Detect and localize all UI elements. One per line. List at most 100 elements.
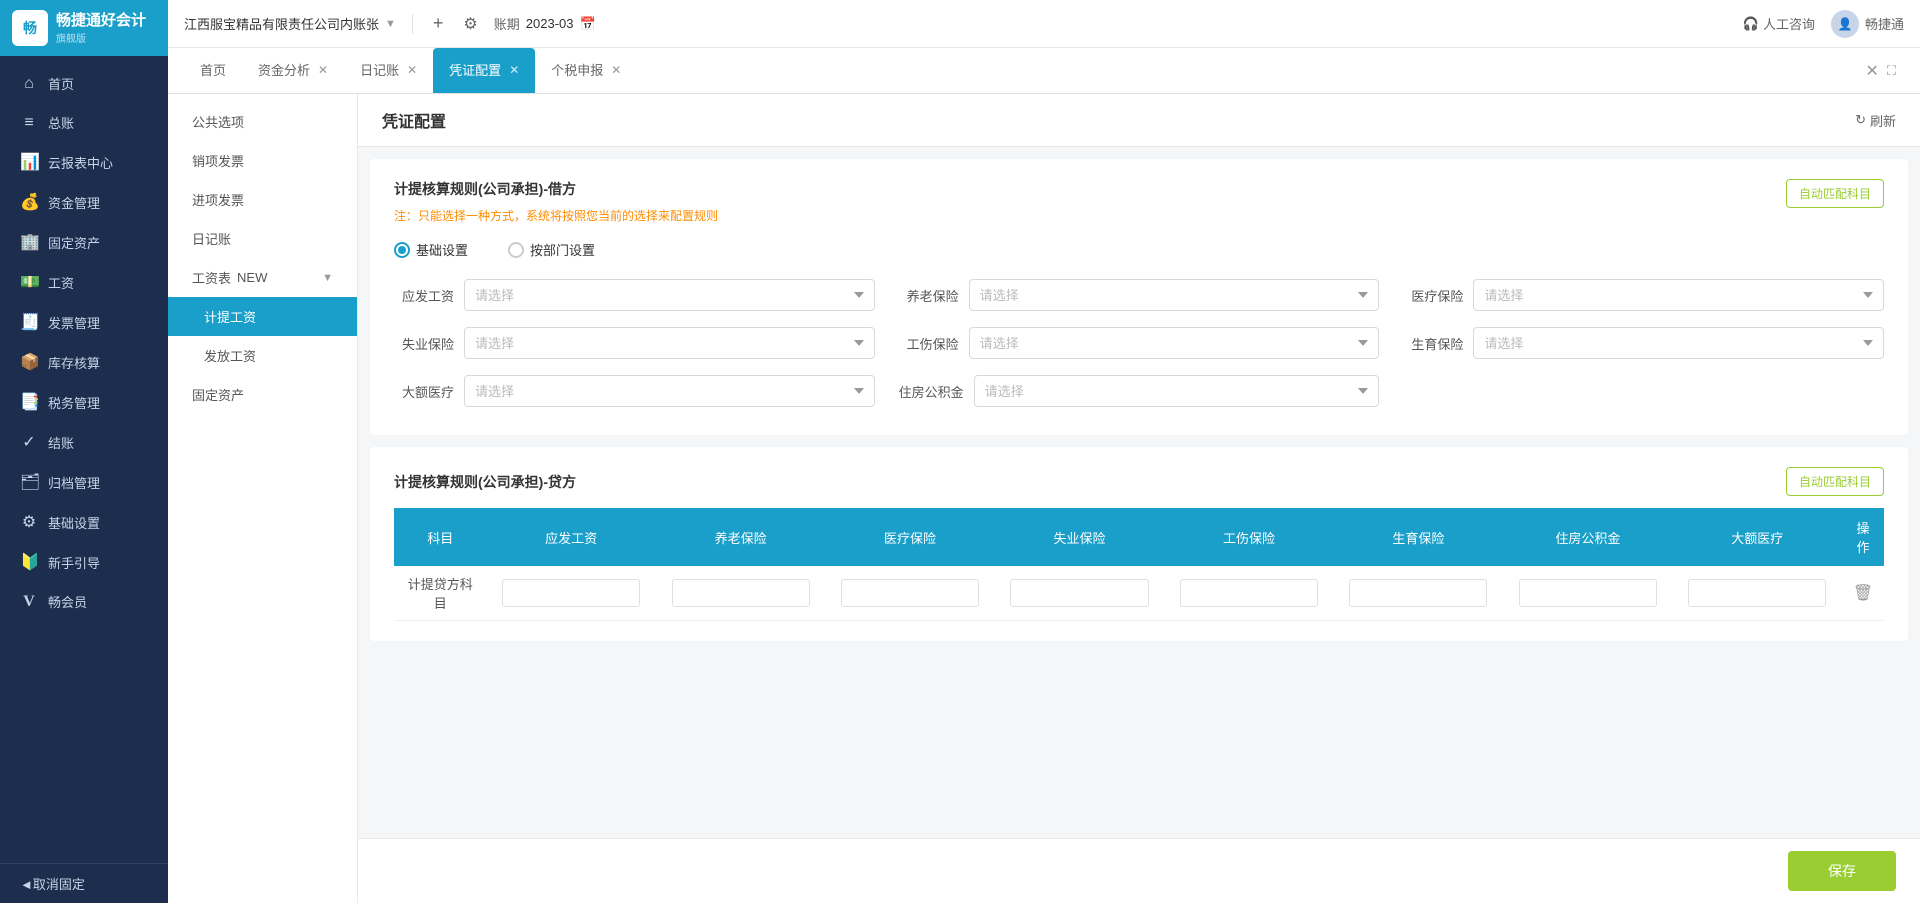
sidebar-item-fund[interactable]: 💰 资金管理 [0, 182, 168, 222]
tab-fund[interactable]: 资金分析 ✕ [242, 48, 344, 93]
sidebar-item-settings[interactable]: ⚙ 基础设置 [0, 502, 168, 542]
left-nav-payroll-calc[interactable]: 计提工资 [168, 297, 357, 336]
add-company-btn[interactable]: + [429, 13, 448, 34]
left-nav-payroll-pay-label: 发放工资 [204, 346, 256, 365]
tab-journal[interactable]: 日记账 ✕ [344, 48, 433, 93]
left-nav-purchase-label: 进项发票 [192, 190, 244, 209]
refresh-btn[interactable]: ↻ 刷新 [1855, 111, 1896, 130]
field-housing-label: 住房公积金 [899, 382, 964, 401]
radio-dept[interactable]: 按部门设置 [508, 240, 595, 259]
tab-fund-label: 资金分析 [258, 60, 310, 79]
input-maternity[interactable] [1349, 579, 1487, 607]
spacer [358, 653, 1920, 838]
col-salary: 应发工资 [486, 508, 655, 566]
left-nav-payroll-pay[interactable]: 发放工资 [168, 336, 357, 375]
close-window-icon[interactable]: ✕ [1865, 61, 1878, 81]
tab-journal-label: 日记账 [360, 60, 399, 79]
cell-injury [1164, 566, 1333, 621]
sidebar-item-vip[interactable]: V 畅会员 [0, 582, 168, 621]
debit-auto-match-btn[interactable]: 自动匹配科目 [1786, 179, 1884, 208]
delete-row-btn[interactable]: 🗑 [1853, 585, 1873, 602]
settings-gear-btn[interactable]: ⚙ [463, 14, 477, 34]
headset-icon: 🎧 [1743, 16, 1759, 32]
topbar-right: 🎧 人工咨询 👤 畅捷通 [1743, 10, 1904, 38]
tab-tax[interactable]: 个税申报 ✕ [535, 48, 637, 93]
cell-salary [486, 566, 655, 621]
salary-icon: 💵 [20, 272, 38, 292]
left-nav-payroll-header[interactable]: 工资表 NEW ▼ [168, 258, 357, 297]
save-button[interactable]: 保存 [1788, 851, 1896, 891]
period-value: 2023-03 [526, 16, 574, 31]
col-bigmedical: 大额医疗 [1673, 508, 1842, 566]
sidebar-item-ledger[interactable]: ≡ 总账 [0, 103, 168, 142]
sidebar-item-label: 工资 [48, 273, 74, 292]
sidebar-item-assets[interactable]: 🏢 固定资产 [0, 222, 168, 262]
archive-icon: 🗂 [20, 472, 38, 492]
radio-basic-label: 基础设置 [416, 240, 468, 259]
closing-icon: ✓ [20, 432, 38, 452]
tax-icon: 📑 [20, 392, 38, 412]
calendar-icon[interactable]: 📅 [580, 16, 596, 32]
field-unemployment-select[interactable]: 请选择 [464, 327, 875, 359]
tab-home[interactable]: 首页 [184, 48, 242, 93]
left-nav-journal[interactable]: 日记账 [168, 219, 357, 258]
left-nav-public-label: 公共选项 [192, 112, 244, 131]
tab-tax-close[interactable]: ✕ [611, 63, 621, 77]
field-salary-select[interactable]: 请选择 [464, 279, 875, 311]
input-bigmedical[interactable] [1688, 579, 1826, 607]
field-pension-select[interactable]: 请选择 [969, 279, 1380, 311]
cell-unemployment [995, 566, 1164, 621]
sidebar-item-inventory[interactable]: 📦 库存核算 [0, 342, 168, 382]
sidebar-item-tax[interactable]: 📑 税务管理 [0, 382, 168, 422]
period-selector[interactable]: 账期 2023-03 📅 [494, 14, 596, 33]
tab-tax-label: 个税申报 [551, 60, 603, 79]
user-menu[interactable]: 👤 畅捷通 [1831, 10, 1904, 38]
left-nav-fixed-assets-label: 固定资产 [192, 385, 244, 404]
radio-basic[interactable]: 基础设置 [394, 240, 468, 259]
sidebar-item-label: 结账 [48, 433, 74, 452]
input-pension[interactable] [672, 579, 810, 607]
input-unemployment[interactable] [1010, 579, 1148, 607]
input-medical[interactable] [841, 579, 979, 607]
logo-icon: 畅 [12, 10, 48, 46]
sidebar-item-closing[interactable]: ✓ 结账 [0, 422, 168, 462]
left-nav-public[interactable]: 公共选项 [168, 102, 357, 141]
sidebar-item-invoice[interactable]: 🧾 发票管理 [0, 302, 168, 342]
tab-journal-close[interactable]: ✕ [407, 63, 417, 77]
period-label: 账期 [494, 14, 520, 33]
input-injury[interactable] [1180, 579, 1318, 607]
guide-icon: 🔰 [20, 552, 38, 572]
sidebar-item-archive[interactable]: 🗂 归档管理 [0, 462, 168, 502]
field-bigmedical-select[interactable]: 请选择 [464, 375, 875, 407]
sidebar-item-label: 固定资产 [48, 233, 100, 252]
sidebar-item-home[interactable]: ⌂ 首页 [0, 64, 168, 103]
tab-bar-actions: ✕ ⛶ [1857, 61, 1904, 81]
sidebar-item-salary[interactable]: 💵 工资 [0, 262, 168, 302]
left-nav-fixed-assets[interactable]: 固定资产 [168, 375, 357, 414]
left-nav-sales[interactable]: 销项发票 [168, 141, 357, 180]
chevron-down-icon: ▼ [385, 18, 396, 30]
page-content: 凭证配置 ↻ 刷新 计提核算规则(公司承担)-借方 注：只能选择一种方式，系统将… [358, 94, 1920, 903]
tab-voucher[interactable]: 凭证配置 ✕ [433, 48, 535, 93]
maximize-icon[interactable]: ⛶ [1887, 63, 1896, 79]
tab-voucher-close[interactable]: ✕ [509, 63, 519, 77]
sidebar-item-guide[interactable]: 🔰 新手引导 [0, 542, 168, 582]
field-housing-select[interactable]: 请选择 [974, 375, 1380, 407]
input-salary[interactable] [502, 579, 640, 607]
app-name: 畅捷通好会计 [56, 12, 146, 30]
sidebar-item-label: 发票管理 [48, 313, 100, 332]
service-btn[interactable]: 🎧 人工咨询 [1743, 14, 1815, 33]
left-nav-purchase[interactable]: 进项发票 [168, 180, 357, 219]
field-medical-select[interactable]: 请选择 [1473, 279, 1884, 311]
sidebar-item-reports[interactable]: 📊 云报表中心 [0, 142, 168, 182]
company-selector[interactable]: 江西服宝精品有限责任公司内账张 ▼ [184, 14, 396, 33]
cancel-fixed-btn[interactable]: ◄取消固定 [0, 863, 168, 903]
field-maternity-select[interactable]: 请选择 [1473, 327, 1884, 359]
input-housing[interactable] [1519, 579, 1657, 607]
col-injury: 工伤保险 [1164, 508, 1333, 566]
cell-action: 🗑 [1842, 566, 1884, 621]
tab-fund-close[interactable]: ✕ [318, 63, 328, 77]
cell-subject-label: 计提贷方科目 [394, 566, 486, 621]
field-injury-select[interactable]: 请选择 [969, 327, 1380, 359]
credit-auto-match-btn[interactable]: 自动匹配科目 [1786, 467, 1884, 496]
